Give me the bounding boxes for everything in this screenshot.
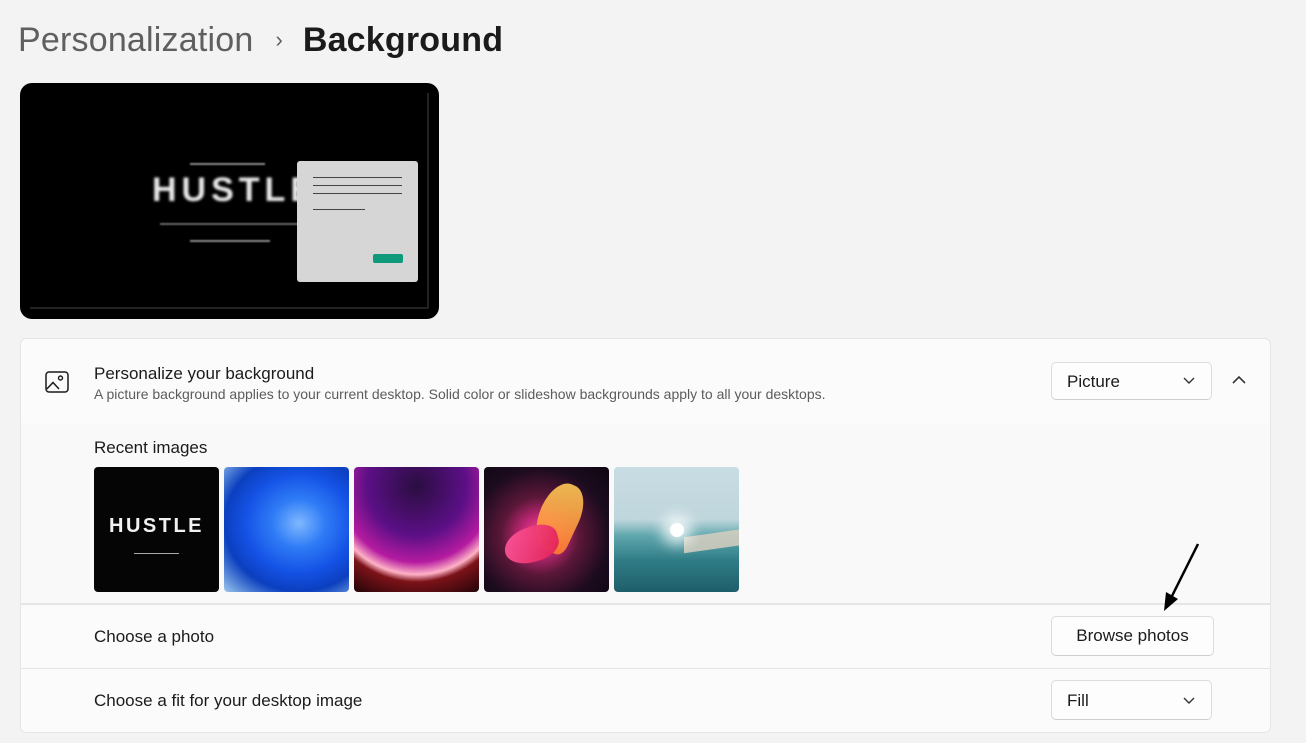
- thumbnail-wallpaper-text: HUSTLE: [109, 515, 204, 537]
- chevron-down-icon: [1183, 697, 1195, 704]
- preview-decor-line: [160, 223, 320, 225]
- breadcrumb-personalization[interactable]: Personalization: [18, 21, 253, 60]
- choose-fit-row: Choose a fit for your desktop image Fill: [20, 668, 1271, 733]
- preview-window: [297, 161, 418, 282]
- fit-select-value: Fill: [1067, 691, 1089, 710]
- recent-image-abstract-ribbon[interactable]: [484, 467, 609, 592]
- chevron-down-icon: [1183, 377, 1195, 384]
- shoreline-shape: [684, 528, 739, 554]
- image-icon: [45, 371, 69, 393]
- preview-window-button: [373, 254, 403, 263]
- recent-image-lake-sunrise[interactable]: [614, 467, 739, 592]
- preview-window-line: [313, 177, 402, 178]
- recent-image-hustle[interactable]: HUSTLE: [94, 467, 219, 592]
- preview-window-line: [313, 193, 402, 194]
- annotation-arrow-icon: [1164, 543, 1200, 611]
- recent-images-section: Recent images HUSTLE: [20, 423, 1271, 604]
- sun-shape: [670, 523, 684, 537]
- personalize-background-row[interactable]: Personalize your background A picture ba…: [20, 338, 1271, 424]
- fit-select[interactable]: Fill: [1051, 680, 1212, 720]
- recent-image-blue-bloom[interactable]: [224, 467, 349, 592]
- choose-photo-row: Choose a photo Browse photos: [20, 604, 1271, 669]
- page-title: Background: [302, 20, 504, 59]
- background-type-select[interactable]: Picture: [1051, 362, 1212, 400]
- personalize-background-description: A picture background applies to your cur…: [94, 386, 826, 402]
- personalize-background-title: Personalize your background: [94, 364, 315, 383]
- thumbnail-decor-line: [134, 553, 179, 554]
- background-type-value: Picture: [1067, 372, 1120, 391]
- preview-decor-line: [190, 240, 270, 242]
- desktop-preview: HUSTLE: [20, 83, 439, 319]
- ribbon-shape: [500, 520, 563, 569]
- breadcrumb-separator-icon: ›: [275, 27, 283, 52]
- browse-photos-button[interactable]: Browse photos: [1051, 616, 1214, 656]
- choose-fit-label: Choose a fit for your desktop image: [94, 691, 363, 710]
- preview-wallpaper-text: HUSTLE: [152, 171, 318, 209]
- preview-window-line: [313, 209, 365, 210]
- recent-images-label: Recent images: [94, 438, 208, 457]
- preview-decor-line: [190, 163, 265, 165]
- preview-window-line: [313, 185, 402, 186]
- choose-photo-label: Choose a photo: [94, 627, 215, 646]
- breadcrumb: Personalization › Background: [18, 16, 503, 64]
- recent-image-purple-glow[interactable]: [354, 467, 479, 592]
- chevron-up-icon[interactable]: [1231, 374, 1247, 386]
